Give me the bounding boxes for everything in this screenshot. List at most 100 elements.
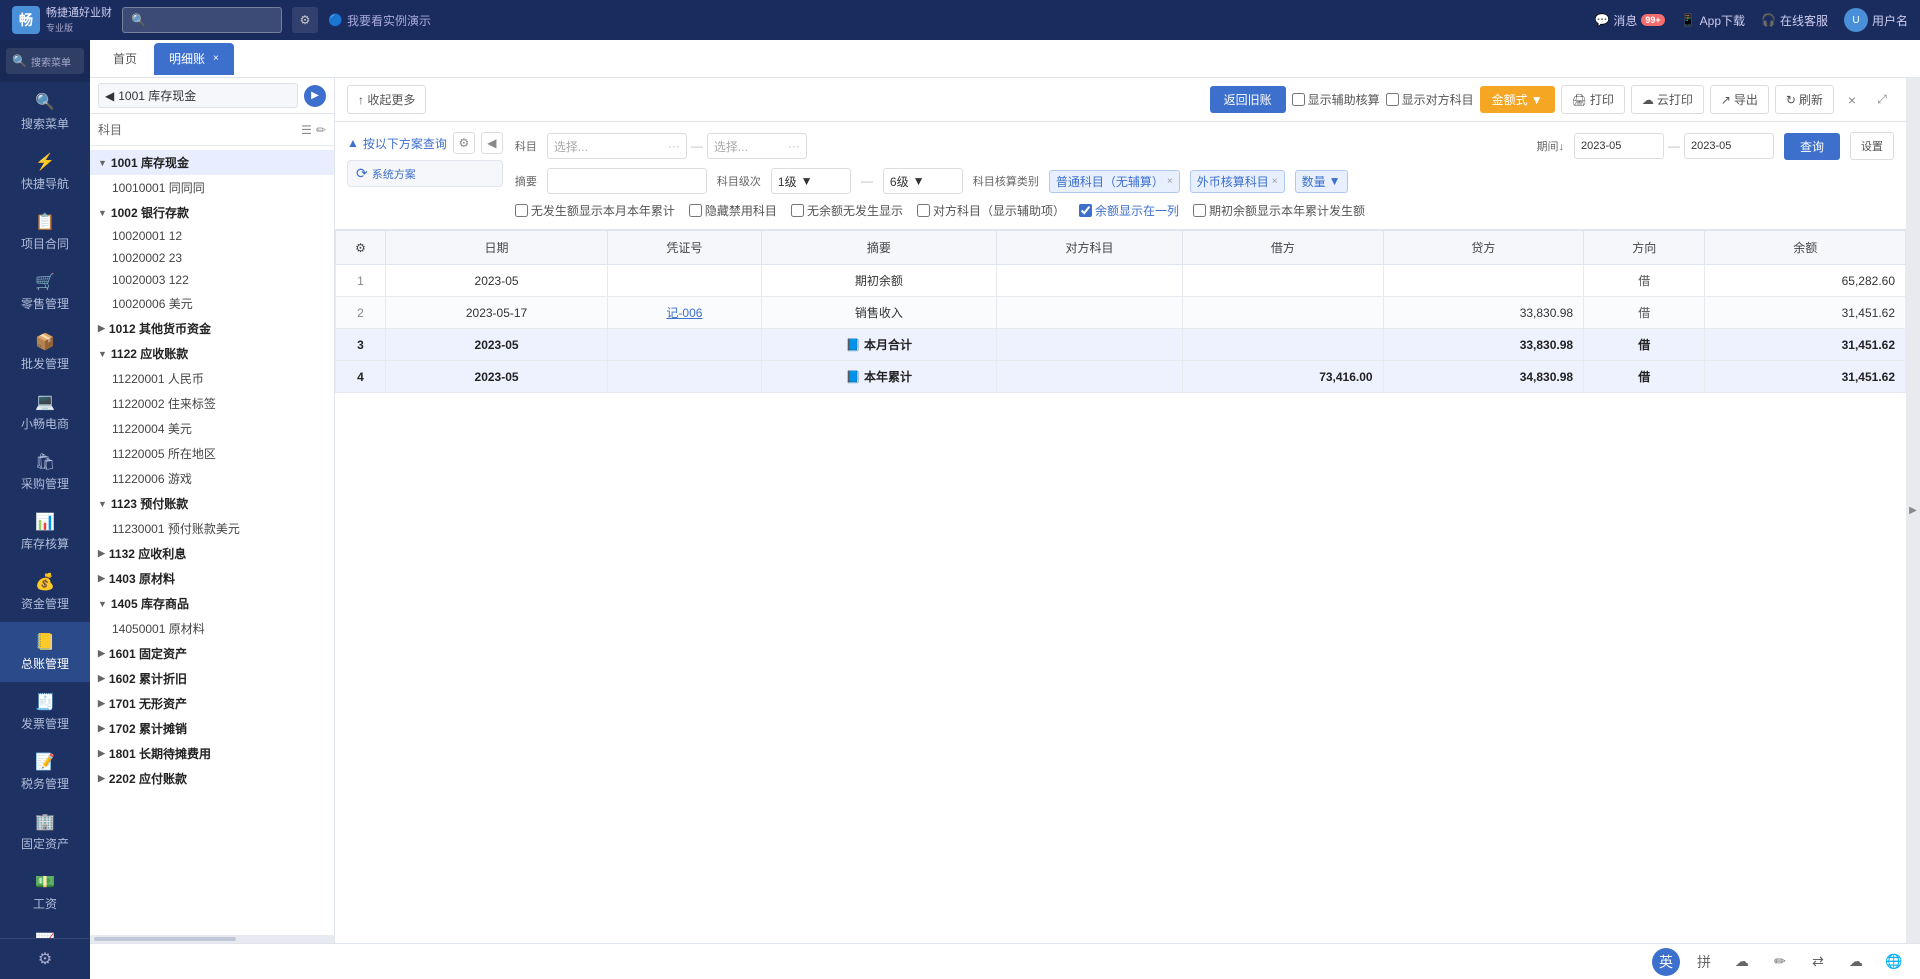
expand-btn[interactable]: ⤢ <box>1870 88 1894 112</box>
print-btn[interactable]: 🖨 打印 <box>1561 85 1625 114</box>
show-opposite-check[interactable]: 显示对方科目 <box>1386 91 1474 108</box>
tree-toggle-1702[interactable]: ▶ <box>98 723 105 734</box>
tree-item-1002[interactable]: ▼1002 银行存款 <box>90 200 334 225</box>
account-nav-arrow[interactable]: ▶ <box>304 85 326 107</box>
setting-btn[interactable]: 设置 <box>1850 132 1894 160</box>
sidebar-item-purchase[interactable]: 🛍采购管理 <box>0 442 90 502</box>
sidebar-item-invoice[interactable]: 🧾发票管理 <box>0 682 90 742</box>
tree-toggle-1601[interactable]: ▶ <box>98 648 105 659</box>
tree-item-1602[interactable]: ▶1602 累计折旧 <box>90 666 334 691</box>
sidebar-item-tax[interactable]: 📝税务管理 <box>0 742 90 802</box>
app-download-item[interactable]: 📱 App下载 <box>1681 12 1745 29</box>
tree-toggle-1403[interactable]: ▶ <box>98 573 105 584</box>
tree-toggle-1001[interactable]: ▼ <box>98 158 107 168</box>
back-to-old-btn[interactable]: 返回旧账 <box>1210 86 1286 113</box>
tree-toggle-1405[interactable]: ▼ <box>98 599 107 609</box>
input-method-icon[interactable]: 英 <box>1652 948 1680 976</box>
sidebar-item-quick-nav[interactable]: ⚡快捷导航 <box>0 142 90 202</box>
tree-item-10020002[interactable]: 10020002 23 <box>90 247 334 269</box>
right-collapse-tab[interactable]: ▶ <box>1906 78 1920 943</box>
sidebar-item-ops[interactable]: 📈经营管理 <box>0 922 90 938</box>
sidebar-item-ecommerce[interactable]: 💻小畅电商 <box>0 382 90 442</box>
tree-item-1001[interactable]: ▼1001 库存现金 <box>90 150 334 175</box>
query-plan-collapse-icon[interactable]: ◀ <box>481 132 503 154</box>
query-btn[interactable]: 查询 <box>1784 133 1840 160</box>
cb-opposite-account[interactable]: 对方科目（显示辅助项） <box>917 202 1065 219</box>
check-tag-normal[interactable]: 普通科目（无辅算） × <box>1049 170 1180 193</box>
tab-home[interactable]: 首页 <box>98 43 152 75</box>
level-to-select[interactable]: 6级 ▼ <box>883 168 963 194</box>
tree-toggle-1002[interactable]: ▼ <box>98 208 107 218</box>
edit-bottom-icon[interactable]: ✏ <box>1766 948 1794 976</box>
close-panel-btn[interactable]: × <box>1840 88 1864 112</box>
cb-balance-one-col[interactable]: 余额显示在一列 <box>1079 202 1179 219</box>
cloud-print-btn[interactable]: ☁ 云打印 <box>1631 85 1704 114</box>
check-tag-foreign[interactable]: 外币核算科目 × <box>1190 170 1285 193</box>
cell-voucher-1[interactable]: 记-006 <box>608 297 762 329</box>
show-auxiliary-check[interactable]: 显示辅助核算 <box>1292 91 1380 108</box>
sidebar-item-search[interactable]: 🔍搜索菜单 <box>0 82 90 142</box>
refresh-btn[interactable]: ↻ 刷新 <box>1775 85 1834 114</box>
cb-no-balance[interactable]: 无余额无发生显示 <box>791 202 903 219</box>
tree-item-1701[interactable]: ▶1701 无形资产 <box>90 691 334 716</box>
tree-toggle-1602[interactable]: ▶ <box>98 673 105 684</box>
tree-item-11230001[interactable]: 11230001 预付账款美元 <box>90 516 334 541</box>
global-icon[interactable]: 🌐 <box>1880 948 1908 976</box>
tree-item-1702[interactable]: ▶1702 累计摊销 <box>90 716 334 741</box>
tree-toggle-1012[interactable]: ▶ <box>98 323 105 334</box>
tree-item-1123[interactable]: ▼1123 预付账款 <box>90 491 334 516</box>
account-select[interactable]: 选择... ··· <box>547 133 687 159</box>
amount-format-btn[interactable]: 金额式 ▼ <box>1480 86 1555 113</box>
sidebar-item-assets[interactable]: 🏢固定资产 <box>0 802 90 862</box>
cb-no-amount[interactable]: 无发生额显示本月本年累计 <box>515 202 675 219</box>
tree-toggle-1123[interactable]: ▼ <box>98 499 107 509</box>
tree-item-1403[interactable]: ▶1403 原材料 <box>90 566 334 591</box>
system-plan-item[interactable]: ⟳ 系统方案 <box>347 160 503 187</box>
sidebar-item-project[interactable]: 📋项目合同 <box>0 202 90 262</box>
level-from-select[interactable]: 1级 ▼ <box>771 168 851 194</box>
cb-hide-disabled[interactable]: 隐藏禁用科目 <box>689 202 777 219</box>
sidebar-item-inventory[interactable]: 📊库存核算 <box>0 502 90 562</box>
check-tag-quantity[interactable]: 数量 ▼ <box>1295 170 1348 193</box>
tree-item-11220006[interactable]: 11220006 游戏 <box>90 466 334 491</box>
input-mode-icon[interactable]: 拼 <box>1690 948 1718 976</box>
tag-normal-close[interactable]: × <box>1167 176 1173 187</box>
tree-item-1801[interactable]: ▶1801 长期待摊费用 <box>90 741 334 766</box>
tree-toggle-1701[interactable]: ▶ <box>98 698 105 709</box>
period-start-input[interactable] <box>1574 133 1664 159</box>
settings-icon[interactable]: ⚙ <box>292 7 318 33</box>
tree-item-10020001[interactable]: 10020001 12 <box>90 225 334 247</box>
tree-toggle-2202[interactable]: ▶ <box>98 773 105 784</box>
sidebar-search-box[interactable]: 🔍 搜索菜单 <box>6 48 84 74</box>
period-end-input[interactable] <box>1684 133 1774 159</box>
tree-item-1122[interactable]: ▼1122 应收账款 <box>90 341 334 366</box>
top-search-box[interactable]: 🔍 <box>122 7 282 33</box>
tree-item-11220002[interactable]: 11220002 住来标签 <box>90 391 334 416</box>
sidebar-item-retail[interactable]: 🛒零售管理 <box>0 262 90 322</box>
query-plan-settings-icon[interactable]: ⚙ <box>453 132 475 154</box>
sidebar-settings-icon[interactable]: ⚙ <box>38 949 52 969</box>
user-area[interactable]: U 用户名 <box>1844 8 1908 32</box>
tree-toggle-1132[interactable]: ▶ <box>98 548 105 559</box>
tree-item-14050001[interactable]: 14050001 原材料 <box>90 616 334 641</box>
tree-toggle-1801[interactable]: ▶ <box>98 748 105 759</box>
tree-toggle-1122[interactable]: ▼ <box>98 349 107 359</box>
cb-initial-balance[interactable]: 期初余额显示本年累计发生额 <box>1193 202 1365 219</box>
tree-item-10010001[interactable]: 10010001 同同同 <box>90 175 334 200</box>
sidebar-item-salary[interactable]: 💵工资 <box>0 862 90 922</box>
tree-item-2202[interactable]: ▶2202 应付账款 <box>90 766 334 791</box>
tree-item-11220005[interactable]: 11220005 所在地区 <box>90 441 334 466</box>
tree-item-11220004[interactable]: 11220004 美元 <box>90 416 334 441</box>
tree-item-1405[interactable]: ▼1405 库存商品 <box>90 591 334 616</box>
tree-item-11220001[interactable]: 11220001 人民币 <box>90 366 334 391</box>
summary-input[interactable] <box>547 168 707 194</box>
query-plan-toggle[interactable]: ▲ 按以下方案查询 <box>347 135 447 152</box>
tree-item-10020006[interactable]: 10020006 美元 <box>90 291 334 316</box>
more-btn[interactable]: ↑ 收起更多 <box>347 85 426 114</box>
message-item[interactable]: 💬 消息 99+ <box>1594 12 1664 29</box>
list-view-icon[interactable]: ☰ <box>301 123 312 137</box>
cloud-icon[interactable]: ☁ <box>1728 948 1756 976</box>
edit-icon[interactable]: ✏ <box>316 123 326 137</box>
sidebar-item-wholesale[interactable]: 📦批发管理 <box>0 322 90 382</box>
account-select-end[interactable]: 选择... ··· <box>707 133 807 159</box>
